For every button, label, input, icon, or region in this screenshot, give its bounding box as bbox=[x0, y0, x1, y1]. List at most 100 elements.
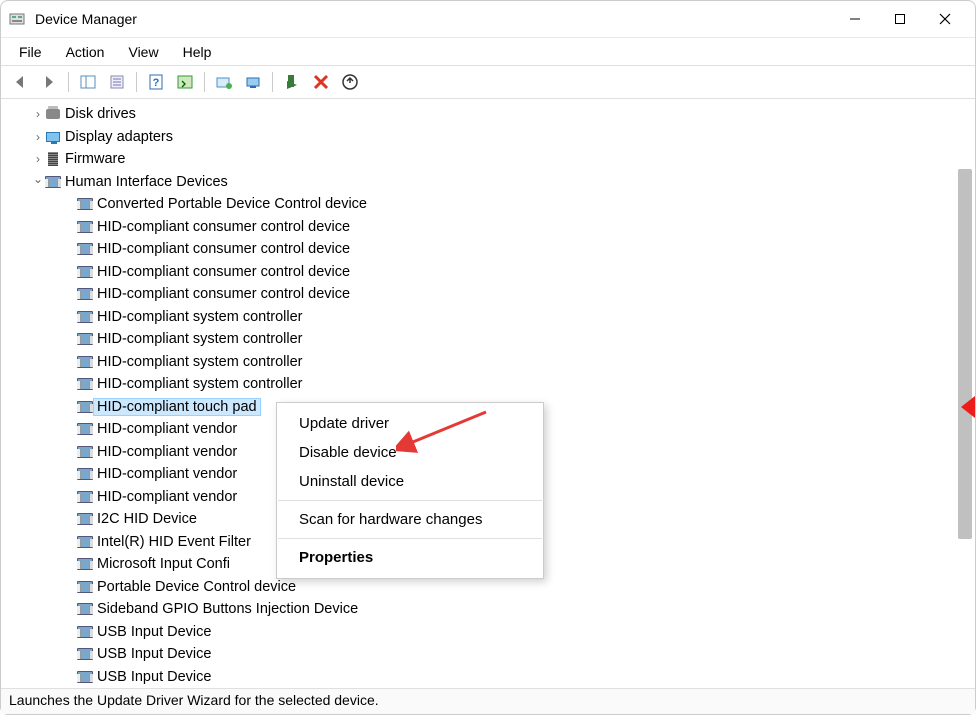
statusbar-text: Launches the Update Driver Wizard for th… bbox=[9, 692, 379, 708]
chevron-right-icon[interactable] bbox=[31, 152, 45, 166]
context-menu: Update driver Disable device Uninstall d… bbox=[276, 402, 544, 579]
tree-item-label: HID-compliant vendor bbox=[93, 466, 237, 482]
tree-item-label: Display adapters bbox=[61, 129, 173, 145]
device-tree[interactable]: Disk drives Display adapters Firmware Human… bbox=[1, 99, 975, 688]
tree-item-label: HID-compliant consumer control device bbox=[93, 264, 350, 280]
tree-item[interactable]: HID-compliant consumer control device bbox=[1, 283, 975, 306]
update-driver-button[interactable] bbox=[211, 69, 237, 95]
tree-item-label: HID-compliant system controller bbox=[93, 309, 302, 325]
hid-icon bbox=[77, 241, 93, 257]
toolbar: ? bbox=[1, 66, 975, 98]
hid-icon bbox=[77, 511, 93, 527]
tree-item-label: HID-compliant system controller bbox=[93, 331, 302, 347]
vertical-scrollbar[interactable] bbox=[958, 169, 972, 539]
titlebar: Device Manager bbox=[1, 1, 975, 37]
tree-item-label: Intel(R) HID Event Filter bbox=[93, 534, 251, 550]
menu-file[interactable]: File bbox=[7, 41, 54, 63]
uninstall-device-button[interactable] bbox=[337, 69, 363, 95]
cm-scan-hardware[interactable]: Scan for hardware changes bbox=[277, 505, 543, 534]
tree-item[interactable]: USB Input Device bbox=[1, 643, 975, 666]
chevron-down-icon[interactable] bbox=[31, 175, 45, 189]
tree-item[interactable]: USB Input Device bbox=[1, 666, 975, 689]
hid-icon bbox=[77, 354, 93, 370]
properties-button[interactable] bbox=[104, 69, 130, 95]
tree-item-label: HID-compliant system controller bbox=[93, 354, 302, 370]
tree-item-label: HID-compliant vendor bbox=[93, 444, 237, 460]
hid-icon bbox=[77, 376, 93, 392]
tree-item[interactable]: HID-compliant system controller bbox=[1, 328, 975, 351]
hid-icon bbox=[77, 556, 93, 572]
tree-item[interactable]: USB Input Device bbox=[1, 621, 975, 644]
toolbar-separator bbox=[68, 72, 69, 92]
statusbar: Launches the Update Driver Wizard for th… bbox=[1, 688, 975, 714]
tree-item[interactable]: HID-compliant consumer control device bbox=[1, 216, 975, 239]
chevron-right-icon[interactable] bbox=[31, 130, 45, 144]
hid-icon bbox=[77, 399, 93, 415]
menu-view[interactable]: View bbox=[116, 41, 170, 63]
menu-action[interactable]: Action bbox=[54, 41, 117, 63]
tree-item-label: HID-compliant consumer control device bbox=[93, 241, 350, 257]
minimize-button[interactable] bbox=[832, 4, 877, 34]
forward-button[interactable] bbox=[36, 69, 62, 95]
cm-separator bbox=[278, 538, 542, 539]
menubar: File Action View Help bbox=[1, 37, 975, 65]
hid-icon bbox=[77, 646, 93, 662]
tree-item[interactable]: Display adapters bbox=[1, 126, 975, 149]
cm-disable-device[interactable]: Disable device bbox=[277, 438, 543, 467]
toolbar-separator bbox=[136, 72, 137, 92]
window-title: Device Manager bbox=[35, 11, 832, 27]
disk-icon bbox=[45, 106, 61, 122]
tree-item-label: I2C HID Device bbox=[93, 511, 197, 527]
scan-hardware-button[interactable] bbox=[240, 69, 266, 95]
help-button[interactable]: ? bbox=[143, 69, 169, 95]
hid-icon bbox=[77, 489, 93, 505]
hid-icon bbox=[77, 466, 93, 482]
tree-item-label: HID-compliant consumer control device bbox=[93, 286, 350, 302]
tree-item-label: Firmware bbox=[61, 151, 125, 167]
cm-properties[interactable]: Properties bbox=[277, 543, 543, 572]
device-tree-panel: Disk drives Display adapters Firmware Human… bbox=[1, 98, 975, 688]
tree-item-label: Sideband GPIO Buttons Injection Device bbox=[93, 601, 358, 617]
show-hide-tree-button[interactable] bbox=[75, 69, 101, 95]
hid-icon bbox=[45, 174, 61, 190]
tree-item-label: HID-compliant consumer control device bbox=[93, 219, 350, 235]
toolbar-separator bbox=[272, 72, 273, 92]
tree-item[interactable]: HID-compliant system controller bbox=[1, 373, 975, 396]
hid-icon bbox=[77, 286, 93, 302]
hid-icon bbox=[77, 669, 93, 685]
tree-item[interactable]: Human Interface Devices bbox=[1, 171, 975, 194]
display-icon bbox=[45, 129, 61, 145]
disable-device-button[interactable] bbox=[308, 69, 334, 95]
hid-icon bbox=[77, 331, 93, 347]
hid-icon bbox=[77, 309, 93, 325]
back-button[interactable] bbox=[7, 69, 33, 95]
app-icon bbox=[9, 11, 25, 27]
action-button[interactable] bbox=[172, 69, 198, 95]
tree-item-label: Human Interface Devices bbox=[61, 174, 228, 190]
firmware-icon bbox=[45, 151, 61, 167]
tree-item-label: USB Input Device bbox=[93, 624, 211, 640]
tree-item[interactable]: HID-compliant system controller bbox=[1, 306, 975, 329]
tree-item-label: USB Input Device bbox=[93, 669, 211, 685]
tree-item[interactable]: Firmware bbox=[1, 148, 975, 171]
cm-separator bbox=[278, 500, 542, 501]
tree-item[interactable]: Sideband GPIO Buttons Injection Device bbox=[1, 598, 975, 621]
tree-item-label: Portable Device Control device bbox=[93, 579, 296, 595]
close-button[interactable] bbox=[922, 4, 967, 34]
tree-item[interactable]: Disk drives bbox=[1, 103, 975, 126]
menu-help[interactable]: Help bbox=[171, 41, 224, 63]
hid-icon bbox=[77, 264, 93, 280]
cm-update-driver[interactable]: Update driver bbox=[277, 409, 543, 438]
maximize-button[interactable] bbox=[877, 4, 922, 34]
tree-item-label: HID-compliant system controller bbox=[93, 376, 302, 392]
tree-item[interactable]: HID-compliant consumer control device bbox=[1, 261, 975, 284]
enable-device-button[interactable] bbox=[279, 69, 305, 95]
tree-item[interactable]: Converted Portable Device Control device bbox=[1, 193, 975, 216]
tree-item-label: HID-compliant vendor bbox=[93, 421, 237, 437]
tree-item[interactable]: HID-compliant consumer control device bbox=[1, 238, 975, 261]
chevron-right-icon[interactable] bbox=[31, 107, 45, 121]
tree-item[interactable]: HID-compliant system controller bbox=[1, 351, 975, 374]
toolbar-separator bbox=[204, 72, 205, 92]
tree-item-label: Microsoft Input Confi bbox=[93, 556, 230, 572]
cm-uninstall-device[interactable]: Uninstall device bbox=[277, 467, 543, 496]
